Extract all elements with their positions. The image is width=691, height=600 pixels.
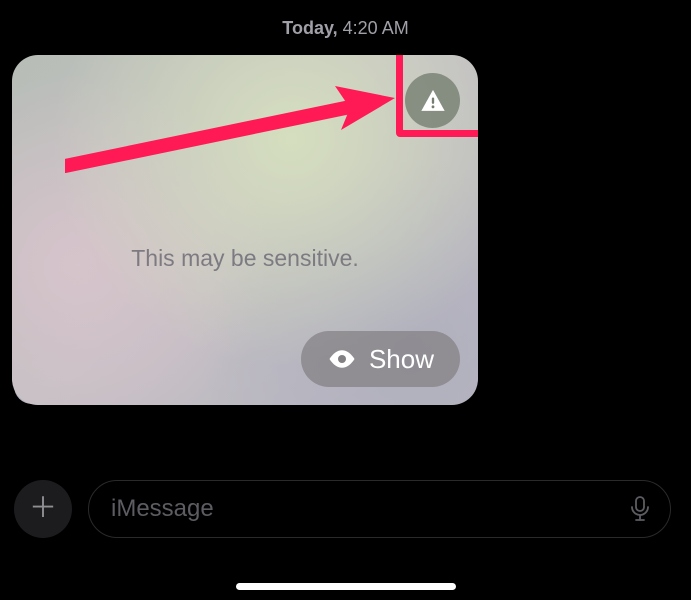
plus-icon: ＋ (29, 494, 57, 522)
home-indicator[interactable] (236, 583, 456, 590)
warning-badge[interactable] (405, 73, 460, 128)
message-input-container[interactable] (88, 480, 671, 538)
timestamp: Today, 4:20 AM (0, 0, 691, 55)
add-button[interactable]: ＋ (14, 480, 72, 538)
received-message: This may be sensitive. Show (12, 55, 478, 405)
composer-row: ＋ (0, 480, 691, 538)
timestamp-time: 4:20 AM (343, 18, 409, 38)
show-button-label: Show (369, 344, 434, 375)
eye-icon (327, 344, 357, 374)
sensitive-content-label: This may be sensitive. (12, 245, 478, 272)
microphone-icon (629, 496, 651, 522)
message-input[interactable] (111, 495, 626, 523)
timestamp-day: Today, (282, 18, 337, 38)
warning-triangle-icon (419, 87, 447, 115)
sensitive-content-bubble[interactable]: This may be sensitive. Show (12, 55, 478, 405)
dictation-button[interactable] (626, 495, 654, 523)
show-button[interactable]: Show (301, 331, 460, 387)
